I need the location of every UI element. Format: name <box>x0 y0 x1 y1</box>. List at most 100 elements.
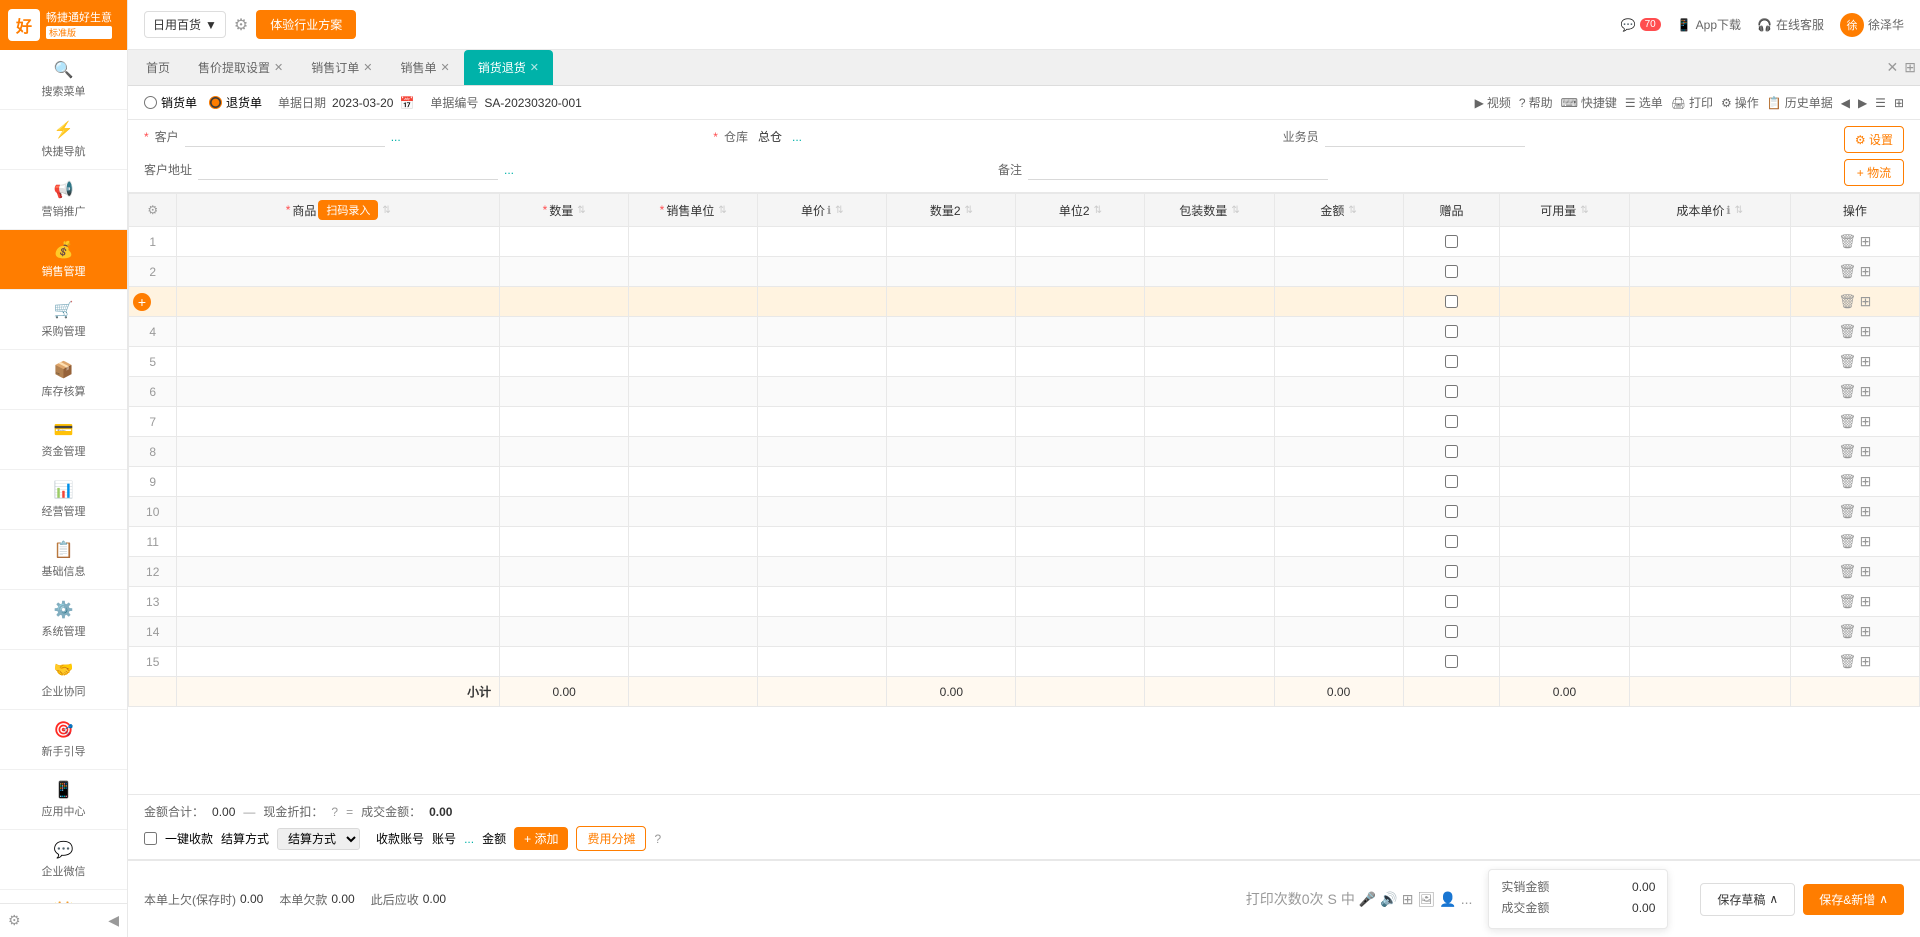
copy-row-btn-14[interactable]: ⊞ <box>1860 623 1872 639</box>
cell-goods-15[interactable] <box>177 647 500 677</box>
cell-amount-12[interactable] <box>1274 557 1403 587</box>
cell-cost-13[interactable] <box>1629 587 1790 617</box>
tab-close-sales_delivery[interactable]: ✕ <box>441 61 450 74</box>
tab-price_settings[interactable]: 售价提取设置✕ <box>184 50 297 85</box>
cell-unit-13[interactable] <box>629 587 758 617</box>
cell-gift-11[interactable] <box>1403 527 1500 557</box>
tool-zh-icon[interactable]: 中 <box>1341 889 1355 909</box>
shortcut-btn[interactable]: ⌨ 快捷键 <box>1561 94 1617 111</box>
sort-price-icon[interactable]: ⇅ <box>835 205 843 216</box>
sidebar-item-appstore[interactable]: 📱应用中心 <box>0 770 127 830</box>
cell-amount-4[interactable] <box>1274 317 1403 347</box>
delete-row-btn-11[interactable]: 🗑 <box>1838 533 1856 549</box>
gift-check-11[interactable] <box>1445 535 1458 548</box>
cell-pack-4[interactable] <box>1145 317 1274 347</box>
cell-unit2-8[interactable] <box>1016 437 1145 467</box>
sidebar-item-search[interactable]: 🔍搜索菜单 <box>0 50 127 110</box>
cell-unit-3[interactable] <box>629 287 758 317</box>
cell-unit2-5[interactable] <box>1016 347 1145 377</box>
cell-qty-3[interactable] <box>500 287 629 317</box>
calendar-icon[interactable]: 📅 <box>399 96 414 110</box>
cell-gift-10[interactable] <box>1403 497 1500 527</box>
delete-row-btn-13[interactable]: 🗑 <box>1838 593 1856 609</box>
cell-qty-7[interactable] <box>500 407 629 437</box>
cell-qty2-9[interactable] <box>887 467 1016 497</box>
cell-price-3[interactable] <box>758 287 887 317</box>
price-info-icon[interactable]: ℹ <box>827 204 831 217</box>
cell-gift-9[interactable] <box>1403 467 1500 497</box>
cell-goods-13[interactable] <box>177 587 500 617</box>
cell-unit2-12[interactable] <box>1016 557 1145 587</box>
cell-unit-9[interactable] <box>629 467 758 497</box>
tab-close-sales_return[interactable]: ✕ <box>530 61 539 74</box>
discount-help-icon[interactable]: ? <box>331 805 338 819</box>
th-settings[interactable]: ⚙ <box>129 194 177 227</box>
cell-price-11[interactable] <box>758 527 887 557</box>
cell-amount-5[interactable] <box>1274 347 1403 377</box>
cell-amount-6[interactable] <box>1274 377 1403 407</box>
copy-row-btn-2[interactable]: ⊞ <box>1860 263 1872 279</box>
cell-amount-9[interactable] <box>1274 467 1403 497</box>
cell-price-2[interactable] <box>758 257 887 287</box>
cell-unit2-15[interactable] <box>1016 647 1145 677</box>
cell-qty-15[interactable] <box>500 647 629 677</box>
settle-method-select[interactable]: 结算方式 <box>277 828 360 850</box>
cell-available-12[interactable] <box>1500 557 1629 587</box>
cell-price-10[interactable] <box>758 497 887 527</box>
cell-gift-12[interactable] <box>1403 557 1500 587</box>
sidebar-item-shortcut[interactable]: ⚡快捷导航 <box>0 110 127 170</box>
cell-pack-7[interactable] <box>1145 407 1274 437</box>
cell-gift-15[interactable] <box>1403 647 1500 677</box>
delete-row-btn-12[interactable]: 🗑 <box>1838 563 1856 579</box>
cell-qty2-15[interactable] <box>887 647 1016 677</box>
cell-cost-11[interactable] <box>1629 527 1790 557</box>
address-dots-btn[interactable]: ... <box>504 163 514 177</box>
gift-check-4[interactable] <box>1445 325 1458 338</box>
cell-goods-5[interactable] <box>177 347 500 377</box>
gift-check-14[interactable] <box>1445 625 1458 638</box>
scan-btn[interactable]: 扫码录入 <box>318 200 378 220</box>
tab-close-price_settings[interactable]: ✕ <box>274 61 283 74</box>
sidebar-item-marketing[interactable]: 📢营销推广 <box>0 170 127 230</box>
view-list-btn[interactable]: ☰ <box>1875 96 1886 110</box>
header-gear-icon[interactable]: ⚙ <box>234 15 248 35</box>
save-new-btn[interactable]: 保存&新增 ∧ <box>1803 884 1904 915</box>
tab-sales_return[interactable]: 销货退货✕ <box>464 50 553 85</box>
cell-qty-11[interactable] <box>500 527 629 557</box>
gift-check-6[interactable] <box>1445 385 1458 398</box>
cell-pack-12[interactable] <box>1145 557 1274 587</box>
delete-row-btn-14[interactable]: 🗑 <box>1838 623 1856 639</box>
cell-unit-10[interactable] <box>629 497 758 527</box>
cell-unit-8[interactable] <box>629 437 758 467</box>
cell-price-9[interactable] <box>758 467 887 497</box>
cell-cost-5[interactable] <box>1629 347 1790 377</box>
cost-info-icon[interactable]: ℹ <box>1726 204 1730 217</box>
copy-row-btn-4[interactable]: ⊞ <box>1860 323 1872 339</box>
cell-available-11[interactable] <box>1500 527 1629 557</box>
cell-price-5[interactable] <box>758 347 887 377</box>
cell-price-15[interactable] <box>758 647 887 677</box>
cell-qty2-3[interactable] <box>887 287 1016 317</box>
cell-amount-14[interactable] <box>1274 617 1403 647</box>
cell-pack-11[interactable] <box>1145 527 1274 557</box>
cell-pack-6[interactable] <box>1145 377 1274 407</box>
sidebar-item-sales[interactable]: 💰销售管理 <box>0 230 127 290</box>
cell-cost-6[interactable] <box>1629 377 1790 407</box>
gift-check-13[interactable] <box>1445 595 1458 608</box>
cell-available-2[interactable] <box>1500 257 1629 287</box>
delete-row-btn-15[interactable]: 🗑 <box>1838 653 1856 669</box>
user-profile-btn[interactable]: 徐 徐泽华 <box>1840 13 1904 37</box>
cell-gift-5[interactable] <box>1403 347 1500 377</box>
cell-pack-5[interactable] <box>1145 347 1274 377</box>
settings-icon[interactable]: ⚙ <box>8 912 21 929</box>
gift-check-8[interactable] <box>1445 445 1458 458</box>
cell-cost-10[interactable] <box>1629 497 1790 527</box>
cell-gift-2[interactable] <box>1403 257 1500 287</box>
cell-unit-11[interactable] <box>629 527 758 557</box>
sidebar-item-purchase[interactable]: 🛒采购管理 <box>0 290 127 350</box>
cell-unit-15[interactable] <box>629 647 758 677</box>
cell-qty2-12[interactable] <box>887 557 1016 587</box>
staff-input[interactable] <box>1325 126 1525 147</box>
cell-goods-8[interactable] <box>177 437 500 467</box>
tab-close-all-icon[interactable]: ✕ <box>1887 59 1899 76</box>
